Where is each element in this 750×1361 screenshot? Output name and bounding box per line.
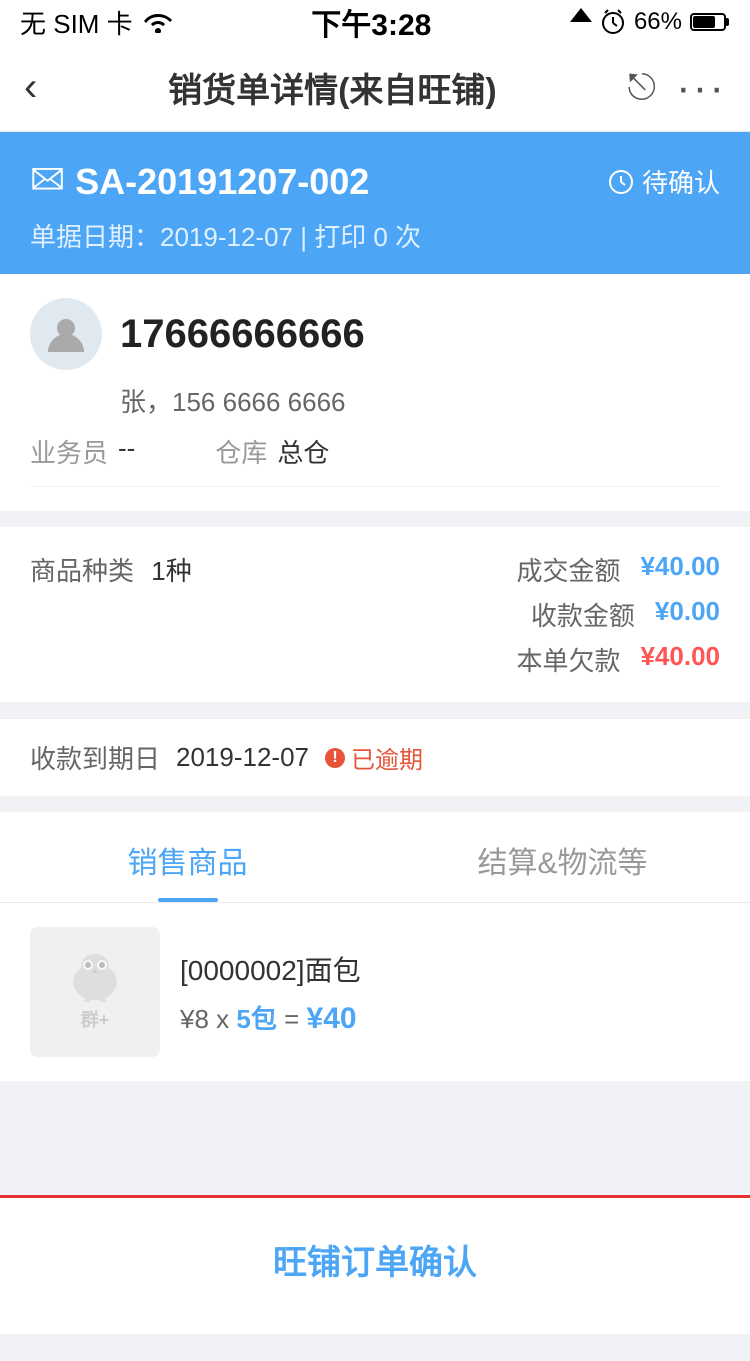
due-section: 收款到期日 2019-12-07 ! 已逾期	[0, 718, 750, 796]
order-status: 待确认	[608, 163, 720, 200]
product-item: 群+ [0000002]面包 ¥8 x 5包 = ¥40	[30, 927, 720, 1057]
nav-bar: ‹ 销货单详情(来自旺铺) ⎋ ···	[0, 44, 750, 132]
status-right: 66%	[570, 8, 730, 36]
deal-amount-row: 成交金额 ¥40.00	[516, 551, 720, 588]
product-name: [0000002]面包	[180, 949, 720, 989]
overdue-label: 已逾期	[351, 740, 423, 775]
bottom-bar: 旺铺订单确认	[0, 1195, 750, 1334]
warehouse-label: 仓库	[215, 433, 267, 470]
salesperson-label: 业务员	[30, 433, 108, 470]
salesperson-item: 业务员 --	[30, 433, 135, 470]
battery-icon	[690, 12, 730, 32]
customer-name: 张，156 6666 6666	[120, 382, 720, 419]
deal-amount-value: ¥40.00	[640, 551, 720, 588]
nav-actions: ⎋ ···	[628, 63, 726, 113]
avatar-icon	[44, 312, 88, 356]
order-id: 🖂 SA-20191207-002	[30, 156, 369, 207]
sim-label: 无 SIM 卡	[20, 4, 133, 41]
multiply-icon: x	[216, 1004, 229, 1034]
tab-settlement[interactable]: 结算&物流等	[375, 812, 750, 902]
product-thumb-owl-icon: 群+	[60, 952, 130, 1032]
equals-sign: =	[284, 1004, 299, 1034]
price-unit: ¥8	[180, 1004, 209, 1034]
tab-sales-product[interactable]: 销售商品	[0, 812, 375, 902]
customer-phone: 17666666666	[120, 312, 365, 357]
salesperson-value: --	[118, 433, 135, 470]
product-info: [0000002]面包 ¥8 x 5包 = ¥40	[180, 949, 720, 1036]
warehouse-value: 总仓	[277, 433, 329, 470]
overdue-icon: !	[325, 748, 345, 768]
more-icon[interactable]: ···	[676, 63, 726, 113]
wifi-icon	[143, 11, 173, 33]
product-total: ¥40	[307, 1002, 357, 1035]
overdue-badge: ! 已逾期	[325, 740, 423, 775]
order-icon: 🖂	[30, 156, 65, 207]
page-title: 销货单详情(来自旺铺)	[168, 63, 497, 112]
status-bar: 无 SIM 卡 下午3:28 66%	[0, 0, 750, 44]
product-kinds: 商品种类 1种	[30, 551, 192, 588]
status-left: 无 SIM 卡	[20, 4, 173, 41]
battery-label: 66%	[634, 8, 682, 36]
back-button[interactable]: ‹	[24, 65, 37, 110]
summary-left: 商品种类 1种	[30, 551, 192, 588]
share-icon[interactable]: ⎋	[628, 66, 656, 109]
clock-icon	[608, 169, 634, 195]
confirm-button[interactable]: 旺铺订单确认	[30, 1214, 720, 1304]
collected-amount-value: ¥0.00	[655, 596, 720, 633]
order-header: 🖂 SA-20191207-002 待确认 单据日期：2019-12-07 | …	[0, 132, 750, 274]
location-icon	[570, 8, 592, 36]
summary-right: 成交金额 ¥40.00 收款金额 ¥0.00 本单欠款 ¥40.00	[516, 551, 720, 678]
summary-section: 商品种类 1种 成交金额 ¥40.00 收款金额 ¥0.00 本单欠款 ¥40.…	[0, 527, 750, 702]
tabs-section: 销售商品 结算&物流等	[0, 812, 750, 1081]
status-time: 下午3:28	[311, 0, 431, 44]
avatar	[30, 298, 102, 370]
warehouse-item: 仓库 总仓	[215, 433, 329, 470]
customer-meta: 业务员 -- 仓库 总仓	[30, 433, 720, 470]
tabs-bar: 销售商品 结算&物流等	[0, 812, 750, 903]
alarm-icon	[600, 9, 626, 35]
due-date-label: 收款到期日	[30, 739, 160, 776]
product-list: 群+ [0000002]面包 ¥8 x 5包 = ¥40	[0, 903, 750, 1081]
order-date: 单据日期：2019-12-07 | 打印 0 次	[30, 217, 720, 254]
collected-amount-row: 收款金额 ¥0.00	[531, 596, 720, 633]
product-thumbnail: 群+	[30, 927, 160, 1057]
product-price: ¥8 x 5包 = ¥40	[180, 999, 720, 1036]
due-date-value: 2019-12-07	[176, 742, 309, 773]
owed-amount-value: ¥40.00	[640, 641, 720, 678]
product-qty: 5包	[236, 1004, 276, 1034]
owed-amount-row: 本单欠款 ¥40.00	[516, 641, 720, 678]
customer-section: 17666666666 张，156 6666 6666 业务员 -- 仓库 总仓	[0, 274, 750, 511]
